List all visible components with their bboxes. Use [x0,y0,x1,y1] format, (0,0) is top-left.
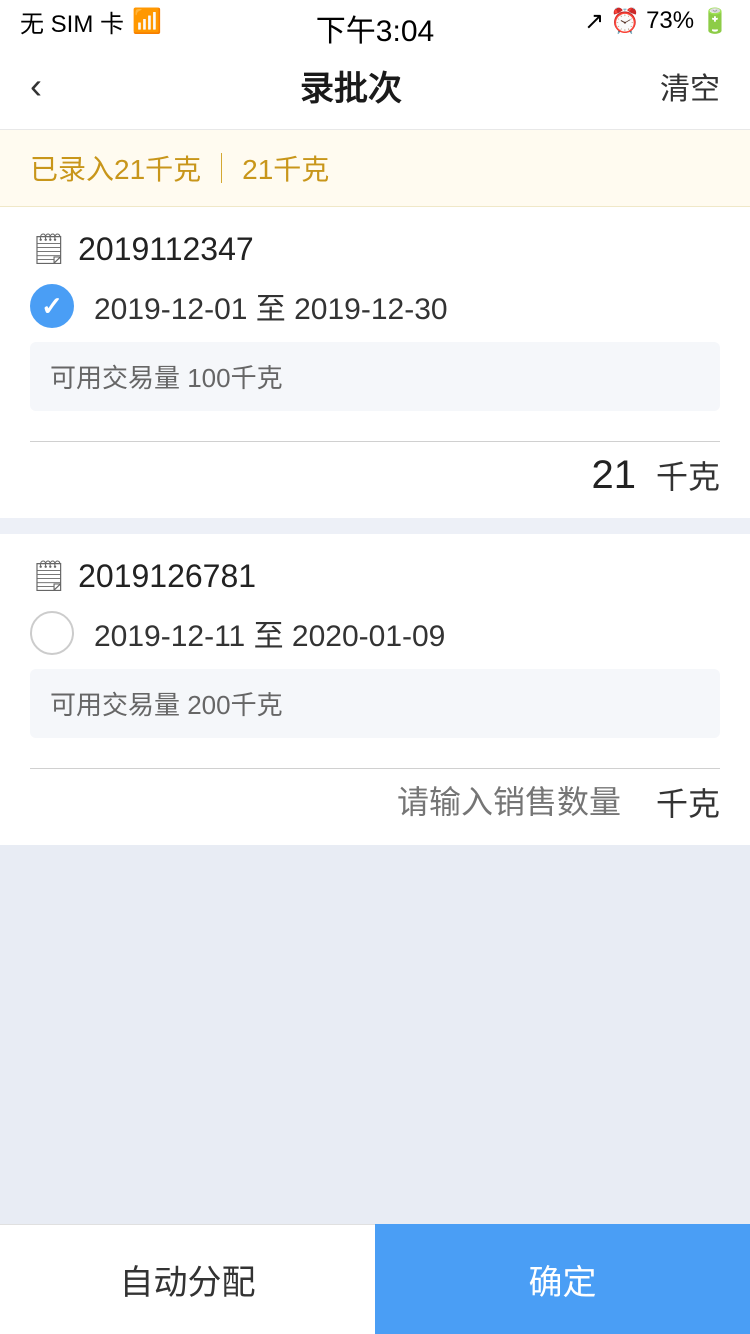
batch1-radio[interactable] [30,284,74,328]
batch1-date: 2019-12-01 至 2019-12-30 [94,284,448,328]
batch1-id: 2019112347 [78,231,254,268]
confirm-button[interactable]: 确定 [375,1224,750,1334]
nav-bar: ‹ 录批次 清空 [0,42,750,130]
batch2-id: 2019126781 [78,558,256,595]
status-right: ↗ ⏰ 73% 🔋 [584,7,730,36]
gray-area [0,845,750,1245]
wifi-icon: 📶 [132,7,162,36]
sales-quantity-input[interactable] [30,784,636,821]
section-separator [0,518,750,534]
batch1-amount-unit: 千克 [656,452,720,498]
batch-card-2: 🗒 2019126781 2019-12-11 至 2020-01-09 可用交… [0,534,750,845]
battery-text: 73% [646,7,694,35]
status-bar: 无 SIM 卡 📶 下午3:04 ↗ ⏰ 73% 🔋 [0,0,750,42]
batch2-input-underline [30,768,720,769]
auto-distribute-button[interactable]: 自动分配 [0,1224,375,1334]
info-value: 21千克 [242,148,329,188]
info-divider [221,153,222,183]
batch1-header: 🗒 2019112347 [0,207,750,278]
location-icon: ↗ [584,7,604,36]
batch2-radio[interactable] [30,611,74,655]
batch2-unit: 千克 [656,779,720,825]
batch1-amount-line [30,441,720,442]
info-recorded-label: 已录入21千克 [30,148,201,188]
page-title: 录批次 [300,61,402,110]
batch2-input-wrapper: 千克 [0,758,750,845]
batch2-date: 2019-12-11 至 2020-01-09 [94,611,445,655]
batch1-available: 可用交易量 100千克 [30,342,720,411]
batch1-id-icon: 🗒 [30,232,68,267]
battery-icon: 🔋 [700,7,730,36]
back-button[interactable]: ‹ [30,65,42,107]
batch1-amount-value: 21 [591,453,636,498]
bottom-bar: 自动分配 确定 [0,1224,750,1334]
content-area: 🗒 2019112347 2019-12-01 至 2019-12-30 可用交… [0,207,750,1245]
batch2-date-row[interactable]: 2019-12-11 至 2020-01-09 [0,605,750,669]
status-left: 无 SIM 卡 📶 [20,4,162,39]
clock-icon: ⏰ [610,7,640,36]
info-banner: 已录入21千克 21千克 [0,130,750,207]
batch1-amount-wrapper: 21 千克 [0,431,750,518]
batch2-input-display: 千克 [30,779,720,825]
batch-card-1: 🗒 2019112347 2019-12-01 至 2019-12-30 可用交… [0,207,750,518]
batch1-date-row[interactable]: 2019-12-01 至 2019-12-30 [0,278,750,342]
carrier-text: 无 SIM 卡 [20,4,124,39]
batch2-available: 可用交易量 200千克 [30,669,720,738]
batch2-id-icon: 🗒 [30,559,68,594]
batch2-header: 🗒 2019126781 [0,534,750,605]
status-time: 下午3:04 [316,6,434,50]
batch1-amount-display: 21 千克 [30,452,720,498]
clear-button[interactable]: 清空 [660,64,720,108]
